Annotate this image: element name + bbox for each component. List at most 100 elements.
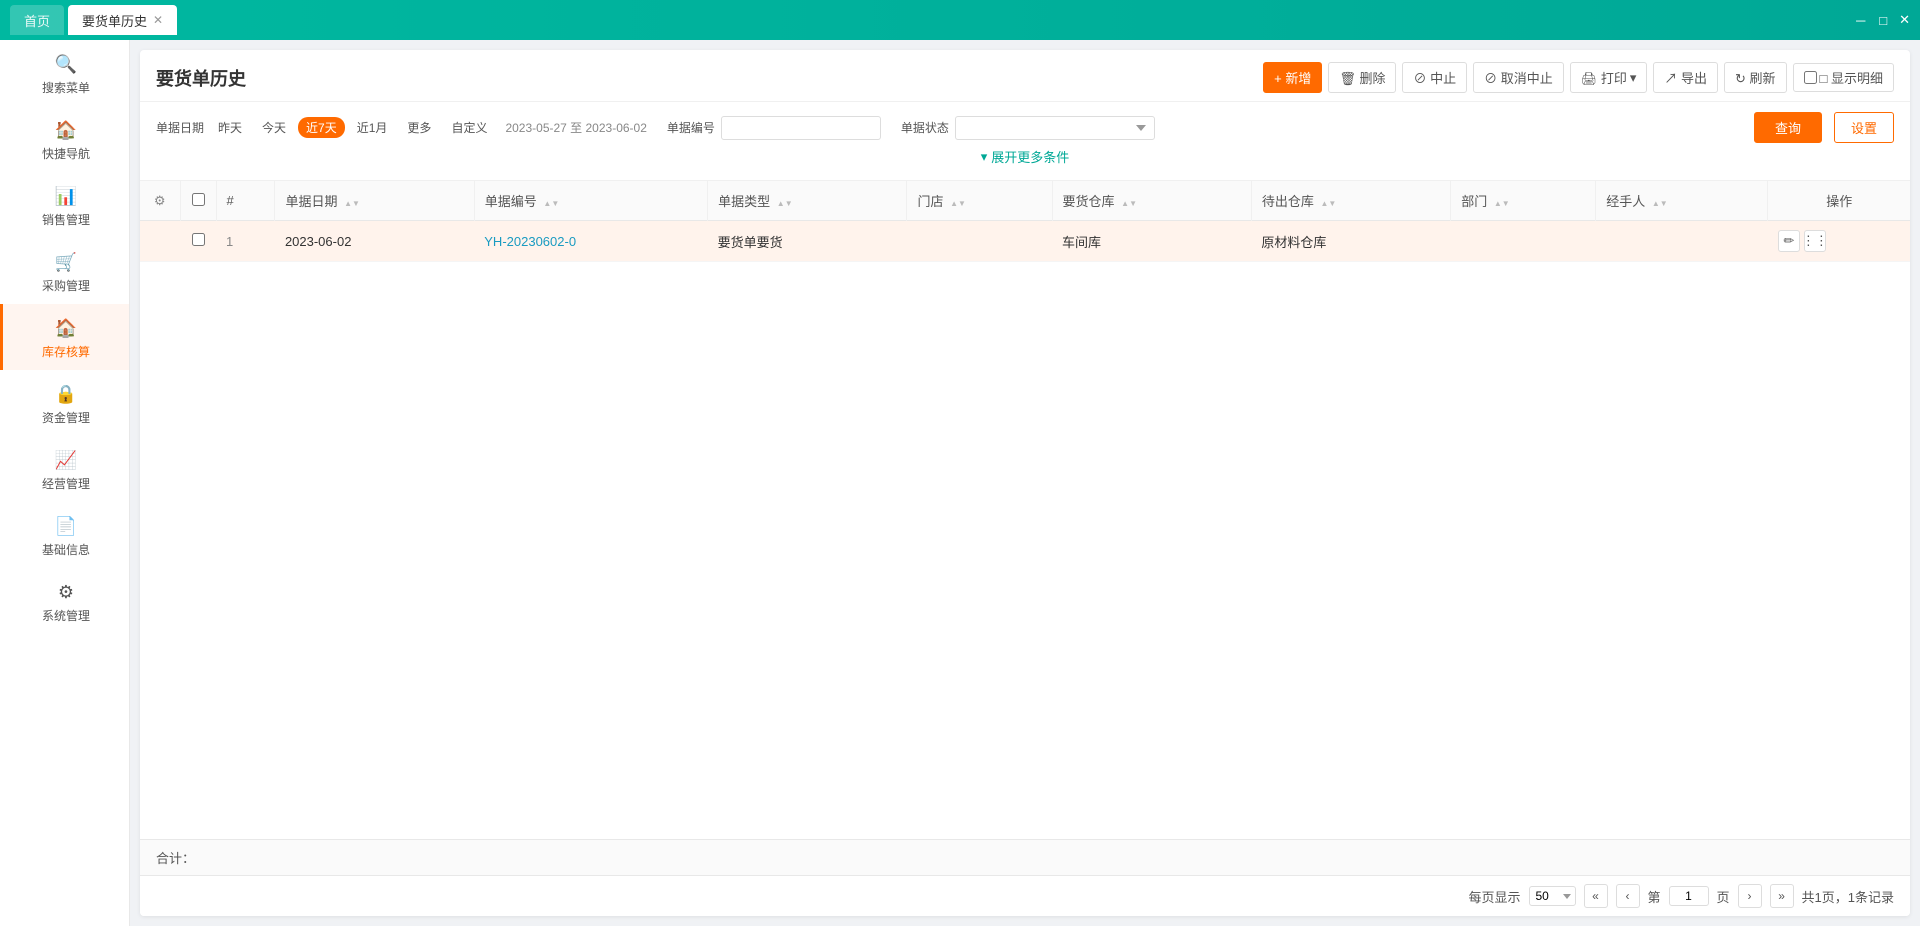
table-settings-header[interactable]: ⚙ (140, 181, 180, 221)
sidebar-item-inventory[interactable]: 🏠 库存核算 (0, 304, 129, 370)
table-area: ⚙ # 单据日期 ▲▼ 单据编号 ▲▼ (140, 181, 1910, 839)
tab-home[interactable]: 首页 (10, 5, 64, 35)
query-button-label: 查询 (1775, 118, 1801, 137)
settings-button[interactable]: 设置 (1834, 112, 1894, 143)
table-header-doc-no[interactable]: 单据编号 ▲▼ (474, 181, 707, 221)
prev-page-button[interactable]: ‹ (1616, 884, 1640, 908)
sidebar-item-basic-info-label: 基础信息 (42, 541, 90, 558)
quick-nav-icon: 🏠 (55, 120, 77, 141)
display-cell-checkbox[interactable] (1804, 71, 1817, 84)
next-page-button[interactable]: › (1738, 884, 1762, 908)
maximize-icon[interactable]: □ (1879, 13, 1887, 28)
per-page-select[interactable]: 50 10 20 100 (1529, 886, 1576, 906)
date-opt-custom[interactable]: 自定义 (443, 117, 495, 138)
first-page-button[interactable]: « (1584, 884, 1608, 908)
sidebar-item-system-label: 系统管理 (42, 607, 90, 624)
row-checkbox[interactable] (192, 233, 205, 246)
close-icon[interactable]: ✕ (1899, 12, 1910, 28)
sort-arrows-pending-warehouse: ▲▼ (1321, 200, 1337, 208)
export-button[interactable]: ↗ 导出 (1653, 62, 1718, 93)
table-checkbox-header (180, 181, 216, 221)
table-row: 1 2023-06-02 YH-20230602-0 要货单要货 车间库 原材料… (140, 221, 1910, 262)
row-delete-button[interactable]: ⋮⋮ (1804, 230, 1826, 252)
delete-button[interactable]: 🗑 删除 (1328, 62, 1396, 93)
content-area: 要货单历史 + 新增 🗑 删除 ⊘ 中止 ⊘ 取消中止 🖨 (130, 40, 1920, 926)
tab-purchase-history[interactable]: 要货单历史 ✕ (68, 5, 177, 35)
sidebar-item-sales-label: 销售管理 (42, 211, 90, 228)
cancel-suspend-button-label: ⊘ 取消中止 (1484, 68, 1553, 87)
doc-status-filter: 单据状态 (901, 116, 1155, 140)
row-edit-button[interactable]: ✏ (1778, 230, 1800, 252)
display-cell-button[interactable]: □ 显示明细 (1793, 63, 1894, 92)
table-header-num: # (216, 181, 275, 221)
sidebar-item-sales[interactable]: 📊 销售管理 (0, 172, 129, 238)
date-filter: 单据日期 昨天 今天 近7天 近1月 更多 自定义 2023-05-27 至 2… (156, 117, 647, 138)
sidebar-item-system[interactable]: ⚙ 系统管理 (0, 568, 129, 634)
print-button[interactable]: 🖨 打印 ▾ (1570, 62, 1648, 93)
refresh-button[interactable]: ↻ 刷新 (1724, 62, 1787, 93)
page-number-input[interactable] (1669, 886, 1709, 906)
row-pending-warehouse-cell: 原材料仓库 (1251, 221, 1450, 262)
suspend-button[interactable]: ⊘ 中止 (1402, 62, 1467, 93)
select-all-checkbox[interactable] (192, 193, 205, 206)
last-page-button[interactable]: » (1770, 884, 1794, 908)
doc-number-input[interactable] (721, 116, 881, 140)
top-bar: 首页 要货单历史 ✕ － □ ✕ (0, 0, 1920, 40)
page-word: 第 (1648, 887, 1661, 906)
basic-info-icon: 📄 (55, 516, 77, 537)
filter-row: 单据日期 昨天 今天 近7天 近1月 更多 自定义 2023-05-27 至 2… (156, 112, 1894, 143)
doc-no-link[interactable]: YH-20230602-0 (484, 234, 576, 249)
table-header-store[interactable]: 门店 ▲▼ (907, 181, 1052, 221)
doc-status-select[interactable] (955, 116, 1155, 140)
table-header-req-warehouse[interactable]: 要货仓库 ▲▼ (1052, 181, 1251, 221)
row-doc-no-cell: YH-20230602-0 (474, 221, 707, 262)
sidebar-item-search-menu[interactable]: 🔍 搜索菜单 (0, 40, 129, 106)
row-handler-cell (1596, 221, 1768, 262)
row-action-cell: ✏ ⋮⋮ (1768, 221, 1910, 262)
tab-close-icon[interactable]: ✕ (153, 13, 163, 27)
new-button[interactable]: + 新增 (1263, 62, 1322, 93)
date-opt-1month[interactable]: 近1月 (349, 117, 396, 138)
print-dropdown-icon: ▾ (1630, 70, 1637, 86)
query-button[interactable]: 查询 (1754, 112, 1822, 143)
sort-arrows-doc-no: ▲▼ (543, 200, 559, 208)
page-card: 要货单历史 + 新增 🗑 删除 ⊘ 中止 ⊘ 取消中止 🖨 (140, 50, 1910, 916)
operations-icon: 📈 (55, 450, 77, 471)
sort-arrows-doc-type: ▲▼ (777, 200, 793, 208)
expand-more-button[interactable]: ▾ 展开更多条件 (156, 143, 1894, 170)
table-header-date[interactable]: 单据日期 ▲▼ (275, 181, 474, 221)
date-opt-more[interactable]: 更多 (399, 117, 439, 138)
inventory-icon: 🏠 (55, 318, 77, 339)
table-header-doc-type[interactable]: 单据类型 ▲▼ (708, 181, 907, 221)
date-opt-yesterday[interactable]: 昨天 (210, 117, 250, 138)
window-controls: － □ ✕ (1854, 11, 1910, 30)
sidebar-item-purchase[interactable]: 🛒 采购管理 (0, 238, 129, 304)
date-opt-7days[interactable]: 近7天 (298, 117, 345, 138)
table-header-action: 操作 (1768, 181, 1910, 221)
sidebar-item-basic-info[interactable]: 📄 基础信息 (0, 502, 129, 568)
refresh-button-label: ↻ 刷新 (1735, 68, 1776, 87)
main-layout: 🔍 搜索菜单 🏠 快捷导航 📊 销售管理 🛒 采购管理 🏠 库存核算 🔒 资金管… (0, 40, 1920, 926)
date-opt-today[interactable]: 今天 (254, 117, 294, 138)
table-header-department[interactable]: 部门 ▲▼ (1451, 181, 1596, 221)
per-page-label: 每页显示 (1468, 887, 1520, 906)
tab-home-label: 首页 (24, 11, 50, 30)
display-cell-label: □ 显示明细 (1820, 68, 1883, 87)
sort-arrows-date: ▲▼ (344, 200, 360, 208)
sidebar-item-inventory-label: 库存核算 (42, 343, 90, 360)
sidebar-item-finance-label: 资金管理 (42, 409, 90, 426)
minimize-icon[interactable]: － (1854, 11, 1867, 30)
filter-area: 单据日期 昨天 今天 近7天 近1月 更多 自定义 2023-05-27 至 2… (140, 102, 1910, 181)
sidebar-item-finance[interactable]: 🔒 资金管理 (0, 370, 129, 436)
page-header: 要货单历史 + 新增 🗑 删除 ⊘ 中止 ⊘ 取消中止 🖨 (140, 50, 1910, 102)
pagination: 每页显示 50 10 20 100 « ‹ 第 页 › » 共1页，1条记录 (140, 875, 1910, 916)
data-table: ⚙ # 单据日期 ▲▼ 单据编号 ▲▼ (140, 181, 1910, 262)
sort-arrows-department: ▲▼ (1494, 200, 1510, 208)
table-header-handler[interactable]: 经手人 ▲▼ (1596, 181, 1768, 221)
sidebar-item-operations[interactable]: 📈 经营管理 (0, 436, 129, 502)
table-header-pending-warehouse[interactable]: 待出仓库 ▲▼ (1251, 181, 1450, 221)
row-doc-type-cell: 要货单要货 (708, 221, 907, 262)
row-checkbox-cell (180, 221, 216, 262)
sidebar-item-quick-nav[interactable]: 🏠 快捷导航 (0, 106, 129, 172)
cancel-suspend-button[interactable]: ⊘ 取消中止 (1473, 62, 1564, 93)
